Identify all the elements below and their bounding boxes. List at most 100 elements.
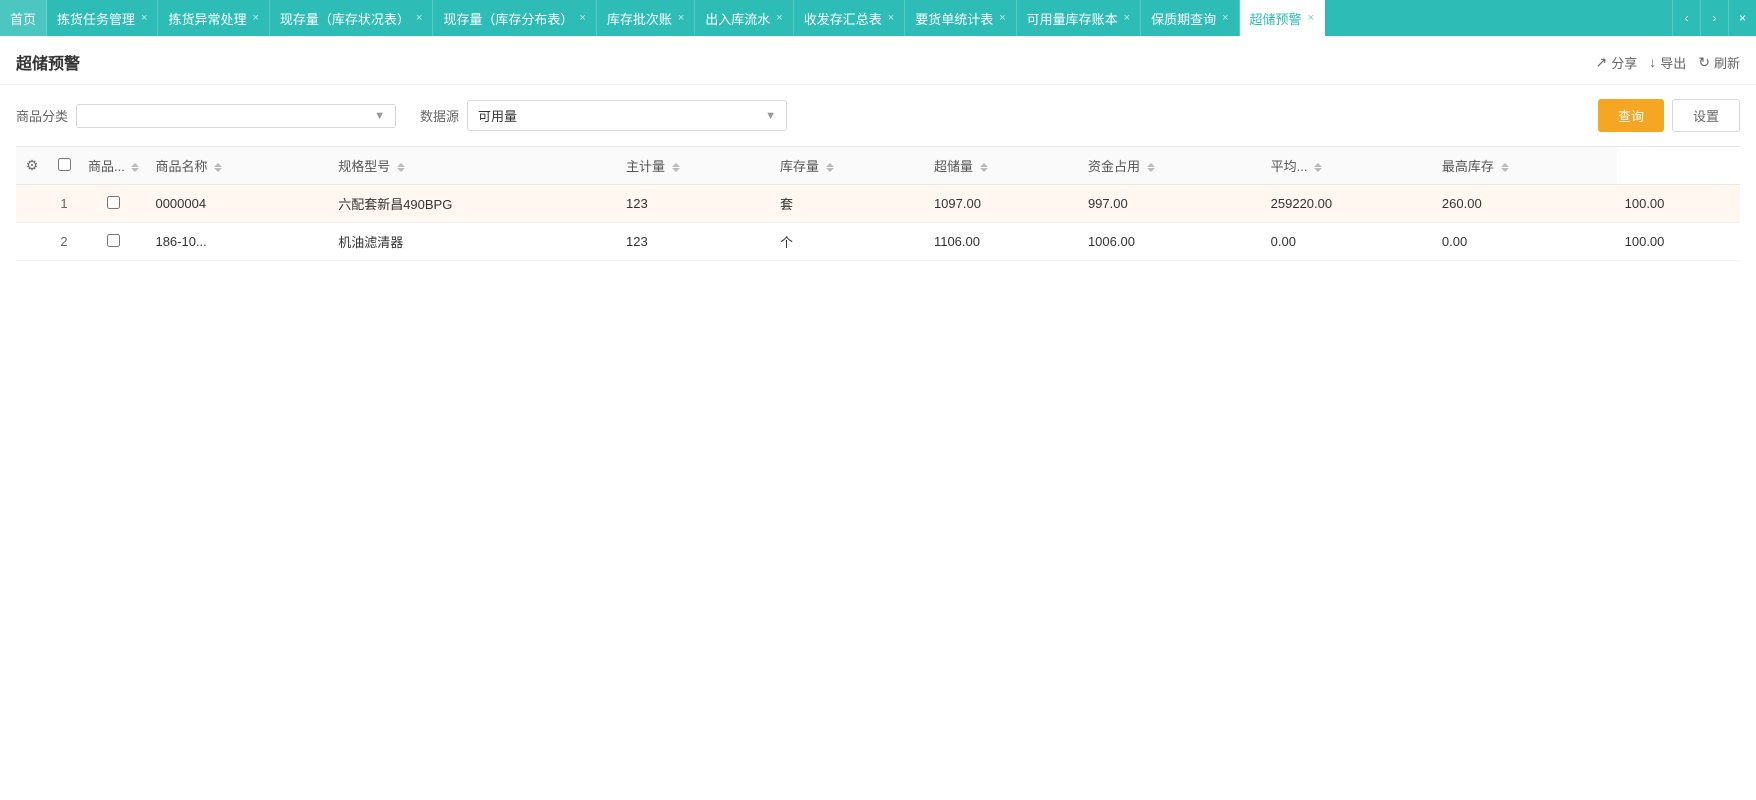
- nav-arrow-close[interactable]: ×: [1728, 0, 1756, 36]
- row-unit: 套: [772, 185, 926, 223]
- sort-avg-icon[interactable]: [1314, 163, 1322, 172]
- col-overstock-qty: 超储量: [926, 147, 1080, 185]
- col-stock-qty-label: 库存量: [780, 159, 819, 174]
- col-capital-used: 资金占用: [1080, 147, 1263, 185]
- row-checkbox[interactable]: [107, 234, 120, 247]
- nav-tab-close-order-stat[interactable]: ×: [999, 12, 1005, 24]
- sort-item-name-icon[interactable]: [214, 163, 222, 172]
- select-all-checkbox[interactable]: [58, 158, 71, 171]
- nav-tab-close-task-mgmt[interactable]: ×: [141, 12, 147, 24]
- row-stock-qty: 1106.00: [926, 223, 1080, 261]
- col-checkbox: [48, 147, 80, 185]
- page-title: 超储预警: [16, 50, 80, 74]
- col-max-stock: 最高库存: [1434, 147, 1617, 185]
- col-spec: 规格型号: [330, 147, 618, 185]
- row-settings-cell: [16, 223, 48, 261]
- row-checkbox[interactable]: [107, 196, 120, 209]
- column-settings-icon[interactable]: ⚙: [26, 157, 39, 173]
- datasource-select[interactable]: 可用量 ▼: [467, 100, 787, 131]
- row-overstock-qty: 1006.00: [1080, 223, 1263, 261]
- col-avg: 平均...: [1263, 147, 1434, 185]
- nav-tab-collect[interactable]: 收发存汇总表×: [794, 0, 905, 36]
- data-table: ⚙ 商品... 商品名称: [16, 146, 1740, 261]
- category-select[interactable]: ▼: [76, 104, 396, 128]
- col-stock-qty: 库存量: [772, 147, 926, 185]
- sort-spec-icon[interactable]: [397, 163, 405, 172]
- page-header: 超储预警 ↗ 分享 ↓ 导出 ↻ 刷新: [0, 36, 1756, 85]
- row-capital-used: 0.00: [1263, 223, 1434, 261]
- sort-overstock-qty-icon[interactable]: [980, 163, 988, 172]
- nav-tab-stock-status[interactable]: 现存量（库存状况表）×: [270, 0, 433, 36]
- datasource-value: 可用量: [478, 106, 517, 125]
- nav-tab-stock-dist[interactable]: 现存量（库存分布表）×: [433, 0, 596, 36]
- nav-tab-close-collect[interactable]: ×: [888, 12, 894, 24]
- nav-tab-abnormal[interactable]: 拣货异常处理×: [158, 0, 269, 36]
- settings-button[interactable]: 设置: [1672, 99, 1740, 132]
- row-item-name: 机油滤清器: [330, 223, 618, 261]
- share-button[interactable]: ↗ 分享: [1595, 53, 1637, 72]
- filter-area: 商品分类 ▼ 数据源 可用量 ▼ 查询 设置: [0, 85, 1756, 146]
- sort-capital-used-icon[interactable]: [1147, 163, 1155, 172]
- nav-tab-task-mgmt[interactable]: 拣货任务管理×: [47, 0, 158, 36]
- nav-tab-close-stock-dist[interactable]: ×: [579, 12, 585, 24]
- sort-stock-qty-icon[interactable]: [826, 163, 834, 172]
- query-button[interactable]: 查询: [1598, 99, 1664, 132]
- export-label: 导出: [1660, 53, 1686, 72]
- nav-tab-quality-check[interactable]: 保质期查询×: [1141, 0, 1239, 36]
- table-container: ⚙ 商品... 商品名称: [0, 146, 1756, 261]
- col-item-name-label: 商品名称: [155, 159, 207, 174]
- page-container: 超储预警 ↗ 分享 ↓ 导出 ↻ 刷新 商品分类 ▼ 数据源: [0, 36, 1756, 800]
- table-header-row: ⚙ 商品... 商品名称: [16, 147, 1740, 185]
- nav-tab-close-inout-flow[interactable]: ×: [776, 12, 782, 24]
- row-max-stock: 100.00: [1617, 223, 1740, 261]
- row-item-name: 六配套新昌490BPG: [330, 185, 618, 223]
- category-label: 商品分类: [16, 106, 68, 125]
- export-button[interactable]: ↓ 导出: [1649, 53, 1686, 72]
- row-capital-used: 259220.00: [1263, 185, 1434, 223]
- datasource-chevron-icon: ▼: [765, 110, 776, 122]
- row-number-cell: 2: [48, 223, 80, 261]
- nav-tab-close-stock-status[interactable]: ×: [416, 12, 422, 24]
- row-settings-cell: [16, 185, 48, 223]
- nav-tab-overstock[interactable]: 超储预警×: [1240, 0, 1325, 36]
- nav-tab-order-stat[interactable]: 要货单统计表×: [905, 0, 1016, 36]
- col-spec-label: 规格型号: [338, 159, 390, 174]
- col-overstock-qty-label: 超储量: [934, 159, 973, 174]
- category-filter: 商品分类 ▼: [16, 104, 396, 128]
- row-avg: 260.00: [1434, 185, 1617, 223]
- row-unit: 个: [772, 223, 926, 261]
- col-unit: 主计量: [618, 147, 772, 185]
- nav-tab-batch[interactable]: 库存批次账×: [597, 0, 695, 36]
- refresh-icon: ↻: [1698, 54, 1710, 71]
- nav-tab-close-quality-check[interactable]: ×: [1222, 12, 1228, 24]
- col-item-code-label: 商品...: [88, 159, 125, 174]
- nav-tab-close-abnormal[interactable]: ×: [252, 12, 258, 24]
- nav-arrow-right[interactable]: ›: [1700, 0, 1728, 36]
- row-checkbox-cell: [80, 223, 147, 261]
- export-icon: ↓: [1649, 54, 1656, 70]
- share-icon: ↗: [1595, 54, 1607, 71]
- row-overstock-qty: 997.00: [1080, 185, 1263, 223]
- datasource-filter: 数据源 可用量 ▼: [420, 100, 787, 131]
- row-checkbox-cell: [80, 185, 147, 223]
- sort-item-code-icon[interactable]: [131, 163, 139, 172]
- refresh-button[interactable]: ↻ 刷新: [1698, 53, 1740, 72]
- col-unit-label: 主计量: [626, 159, 665, 174]
- row-spec: 123: [618, 223, 772, 261]
- nav-tab-home[interactable]: 首页: [0, 0, 47, 36]
- datasource-label: 数据源: [420, 106, 459, 125]
- row-spec: 123: [618, 185, 772, 223]
- top-navigation: 首页拣货任务管理×拣货异常处理×现存量（库存状况表）×现存量（库存分布表）×库存…: [0, 0, 1756, 36]
- sort-max-stock-icon[interactable]: [1501, 163, 1509, 172]
- sort-unit-icon[interactable]: [672, 163, 680, 172]
- nav-tab-close-overstock[interactable]: ×: [1308, 12, 1314, 24]
- row-item-code: 186-10...: [147, 223, 330, 261]
- share-label: 分享: [1611, 53, 1637, 72]
- nav-tab-close-batch[interactable]: ×: [678, 12, 684, 24]
- nav-tab-avail-ledger[interactable]: 可用量库存账本×: [1017, 0, 1141, 36]
- row-item-code: 0000004: [147, 185, 330, 223]
- nav-tab-inout-flow[interactable]: 出入库流水×: [695, 0, 793, 36]
- col-item-code: 商品...: [80, 147, 147, 185]
- nav-tab-close-avail-ledger[interactable]: ×: [1124, 12, 1130, 24]
- nav-arrow-left[interactable]: ‹: [1672, 0, 1700, 36]
